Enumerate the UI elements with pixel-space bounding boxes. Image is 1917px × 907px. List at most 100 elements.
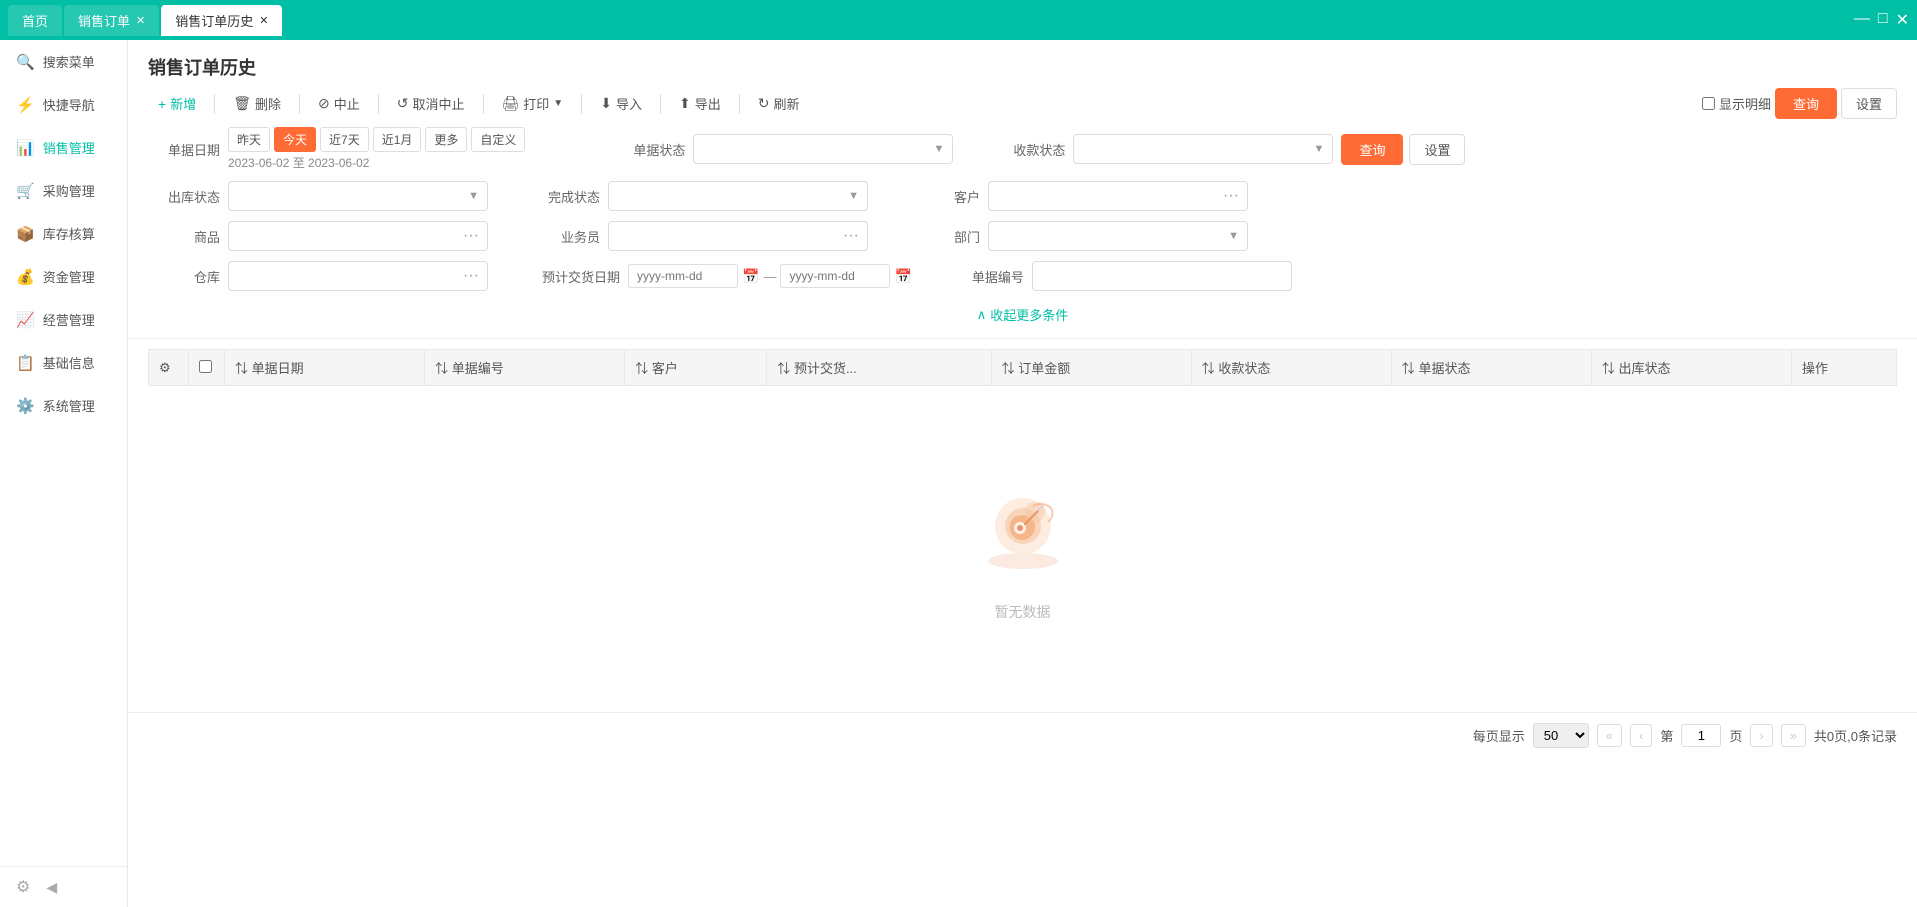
sidebar-item-sales[interactable]: 📊 销售管理: [0, 126, 127, 169]
sidebar-item-finance[interactable]: 💰 资金管理: [0, 255, 127, 298]
order-number-input[interactable]: [1032, 261, 1292, 291]
page-size-select[interactable]: 10 20 50 100: [1533, 723, 1589, 748]
settings-button[interactable]: 设置: [1841, 88, 1897, 119]
refresh-button[interactable]: ↻ 刷新: [748, 89, 810, 118]
window-minimize-icon[interactable]: —: [1854, 10, 1870, 30]
product-dots-icon[interactable]: ···: [463, 227, 479, 245]
import-button[interactable]: ⬇ 导入: [590, 89, 652, 118]
complete-status-arrow-icon: ▼: [848, 190, 859, 202]
filter-area: 单据日期 昨天 今天 近7天 近1月 更多 自定义 2023-06-02 至 2…: [128, 127, 1917, 339]
window-maximize-icon[interactable]: □: [1878, 10, 1888, 30]
delete-button[interactable]: 🗑 删除: [223, 89, 291, 118]
sidebar-bottom: ⚙ ◀: [0, 866, 127, 907]
settings-button-inline[interactable]: 设置: [1409, 134, 1465, 165]
select-all-checkbox[interactable]: [199, 360, 212, 373]
page-label-pre: 第: [1660, 726, 1673, 745]
empty-text: 暂无数据: [995, 602, 1051, 622]
date-more-btn[interactable]: 更多: [425, 127, 467, 152]
col-payment[interactable]: ⇅ 收款状态: [1191, 350, 1391, 386]
print-arrow-icon: ▼: [553, 98, 563, 109]
last-page-button[interactable]: »: [1781, 724, 1806, 747]
new-button[interactable]: + 新增: [148, 89, 206, 118]
table-check-th[interactable]: [189, 350, 225, 386]
table-settings-th[interactable]: ⚙: [149, 350, 189, 386]
print-button[interactable]: 🖨 打印 ▼: [492, 89, 574, 118]
payment-status-select[interactable]: ▼: [1073, 134, 1333, 164]
col-status[interactable]: ⇅ 单据状态: [1391, 350, 1591, 386]
col-delivery[interactable]: ⇅ 预计交货...: [767, 350, 991, 386]
salesperson-dots-icon[interactable]: ···: [843, 227, 859, 245]
prev-page-button[interactable]: ‹: [1630, 724, 1652, 747]
complete-status-select[interactable]: ▼: [608, 181, 868, 211]
col-action: 操作: [1792, 350, 1897, 386]
col-delivery-sort-icon: ⇅: [777, 361, 790, 376]
date-1month-btn[interactable]: 近1月: [373, 127, 422, 152]
stop-button[interactable]: ⊘ 中止: [308, 89, 370, 118]
tab-sales-order-history[interactable]: 销售订单历史 ✕: [161, 5, 282, 36]
tab-sales-order-history-close[interactable]: ✕: [259, 14, 268, 27]
chevron-up-icon: ∧: [977, 307, 987, 323]
warehouse-dots-icon[interactable]: ···: [463, 267, 479, 285]
date-7days-btn[interactable]: 近7天: [320, 127, 369, 152]
sidebar-item-basic[interactable]: 📋 基础信息: [0, 341, 127, 384]
sidebar-item-purchase[interactable]: 🛒 采购管理: [0, 169, 127, 212]
filter-row-1: 单据日期 昨天 今天 近7天 近1月 更多 自定义 2023-06-02 至 2…: [148, 127, 1897, 171]
cancel-stop-button[interactable]: ↺ 取消中止: [387, 89, 475, 118]
col-date[interactable]: ⇅ 单据日期: [225, 350, 425, 386]
col-amount[interactable]: ⇅ 订单金额: [991, 350, 1191, 386]
col-customer-sort-icon: ⇅: [635, 361, 648, 376]
payment-status-label: 收款状态: [993, 140, 1073, 159]
payment-status-arrow-icon: ▼: [1314, 143, 1325, 155]
product-select[interactable]: ···: [228, 221, 488, 251]
warehouse-select[interactable]: ···: [228, 261, 488, 291]
department-select[interactable]: ▼: [988, 221, 1248, 251]
query-button-inline[interactable]: 查询: [1341, 134, 1403, 165]
first-page-button[interactable]: «: [1597, 724, 1622, 747]
col-warehouse[interactable]: ⇅ 出库状态: [1591, 350, 1791, 386]
toolbar: + 新增 🗑 删除 ⊘ 中止 ↺ 取消中止 🖨 打印 ▼: [128, 80, 1917, 127]
col-number[interactable]: ⇅ 单据编号: [425, 350, 625, 386]
business-icon: 📈: [16, 311, 35, 329]
page-number-input[interactable]: [1681, 724, 1721, 747]
delivery-date-start[interactable]: [628, 264, 738, 288]
collapse-row[interactable]: ∧ 收起更多条件: [148, 301, 1897, 328]
sidebar-collapse-icon[interactable]: ◀: [46, 879, 57, 896]
delivery-date-end[interactable]: [780, 264, 890, 288]
department-label: 部门: [908, 227, 988, 246]
status-select[interactable]: ▼: [693, 134, 953, 164]
display-toggle-label[interactable]: 显示明细: [1702, 94, 1771, 113]
customer-label: 客户: [908, 187, 988, 206]
page-label-post: 页: [1729, 726, 1742, 745]
filter-row-3: 商品 ··· 业务员 ··· 部门 ▼: [148, 221, 1897, 251]
warehouse-status-select[interactable]: ▼: [228, 181, 488, 211]
customer-select[interactable]: ···: [988, 181, 1248, 211]
sidebar-settings-icon[interactable]: ⚙: [16, 877, 30, 897]
sidebar-item-inventory[interactable]: 📦 库存核算: [0, 212, 127, 255]
display-toggle-checkbox[interactable]: [1702, 97, 1715, 110]
data-table: ⚙ ⇅ 单据日期 ⇅ 单据编号: [148, 349, 1897, 702]
salesperson-select[interactable]: ···: [608, 221, 868, 251]
date-custom-btn[interactable]: 自定义: [471, 127, 525, 152]
window-close-icon[interactable]: ✕: [1896, 10, 1909, 30]
col-customer[interactable]: ⇅ 客户: [625, 350, 767, 386]
export-button[interactable]: ⬆ 导出: [669, 89, 731, 118]
sales-icon: 📊: [16, 139, 35, 157]
customer-dots-icon[interactable]: ···: [1223, 187, 1239, 205]
query-button[interactable]: 查询: [1775, 88, 1837, 119]
total-label: 共0页,0条记录: [1814, 726, 1897, 745]
tab-sales-order[interactable]: 销售订单 ✕: [64, 5, 159, 36]
sidebar-item-business[interactable]: 📈 经营管理: [0, 298, 127, 341]
calendar-start-icon[interactable]: 📅: [742, 268, 759, 285]
sidebar-item-quicknav[interactable]: ⚡ 快捷导航: [0, 83, 127, 126]
calendar-end-icon[interactable]: 📅: [894, 268, 911, 285]
next-page-button[interactable]: ›: [1750, 724, 1772, 747]
status-arrow-icon: ▼: [934, 143, 945, 155]
table-settings-icon[interactable]: ⚙: [159, 360, 171, 375]
date-yesterday-btn[interactable]: 昨天: [228, 127, 270, 152]
date-today-btn[interactable]: 今天: [274, 127, 316, 152]
tab-home[interactable]: 首页: [8, 5, 62, 36]
tab-sales-order-close[interactable]: ✕: [136, 14, 145, 27]
sidebar-item-search[interactable]: 🔍 搜索菜单: [0, 40, 127, 83]
sidebar-item-system[interactable]: ⚙️ 系统管理: [0, 384, 127, 427]
cancel-stop-icon: ↺: [397, 95, 409, 112]
